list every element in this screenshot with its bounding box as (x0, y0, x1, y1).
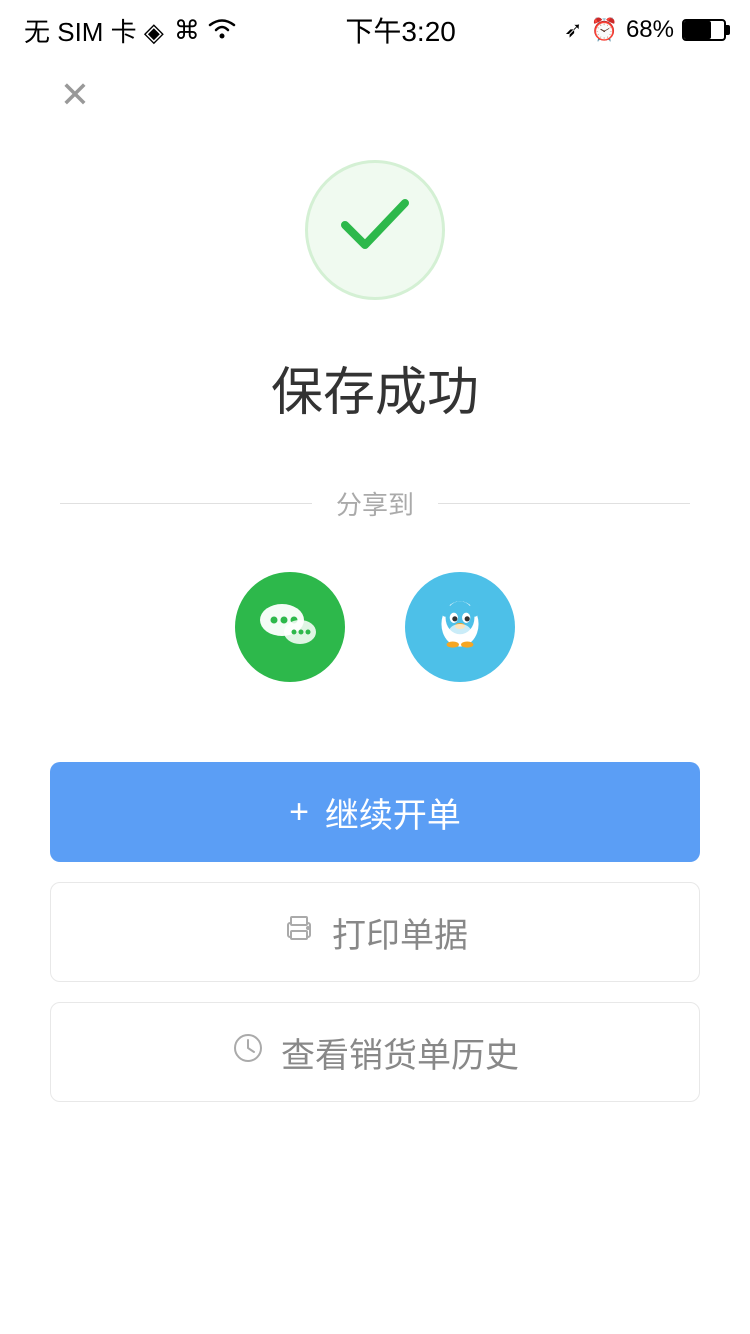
qq-share-button[interactable] (405, 572, 515, 682)
print-icon (282, 911, 316, 954)
success-checkmark-circle (305, 160, 445, 300)
alarm-icon: ⏰ (591, 17, 618, 43)
print-button[interactable]: 打印单据 (50, 882, 700, 982)
divider-left (60, 503, 312, 504)
success-title: 保存成功 (271, 350, 479, 425)
history-button[interactable]: 查看销货单历史 (50, 1002, 700, 1102)
plus-icon: + (289, 793, 309, 832)
history-label: 查看销货单历史 (281, 1028, 519, 1077)
location-icon: ➶ (564, 17, 582, 43)
action-buttons-container: + 继续开单 打印单据 查看销货单历史 (0, 762, 750, 1102)
share-section: 分享到 (0, 485, 750, 522)
success-section: 保存成功 分享到 (0, 60, 750, 1102)
no-sim-text: 无 SIM 卡 ◈ (24, 12, 164, 49)
battery-icon (682, 19, 726, 41)
close-button[interactable]: ✕ (50, 70, 100, 120)
share-label: 分享到 (312, 485, 438, 522)
clock-icon (231, 1031, 265, 1074)
print-label: 打印单据 (332, 908, 468, 957)
divider-right (438, 503, 690, 504)
share-icons-container (235, 572, 515, 682)
status-right: ➶ ⏰ 68% (564, 16, 726, 44)
status-time: 下午3:20 (345, 10, 456, 50)
wechat-share-button[interactable] (235, 572, 345, 682)
status-left: 无 SIM 卡 ◈ ⌘ (24, 12, 237, 49)
battery-percent: 68% (626, 16, 674, 44)
continue-order-label: 继续开单 (325, 788, 461, 837)
status-bar: 无 SIM 卡 ◈ ⌘ 下午3:20 ➶ ⏰ 68% (0, 0, 750, 60)
close-icon: ✕ (60, 77, 90, 113)
wechat-icon (256, 595, 324, 660)
qq-icon (430, 591, 490, 664)
wifi-icon: ⌘ (174, 15, 237, 46)
checkmark-icon (339, 195, 411, 266)
continue-order-button[interactable]: + 继续开单 (50, 762, 700, 862)
